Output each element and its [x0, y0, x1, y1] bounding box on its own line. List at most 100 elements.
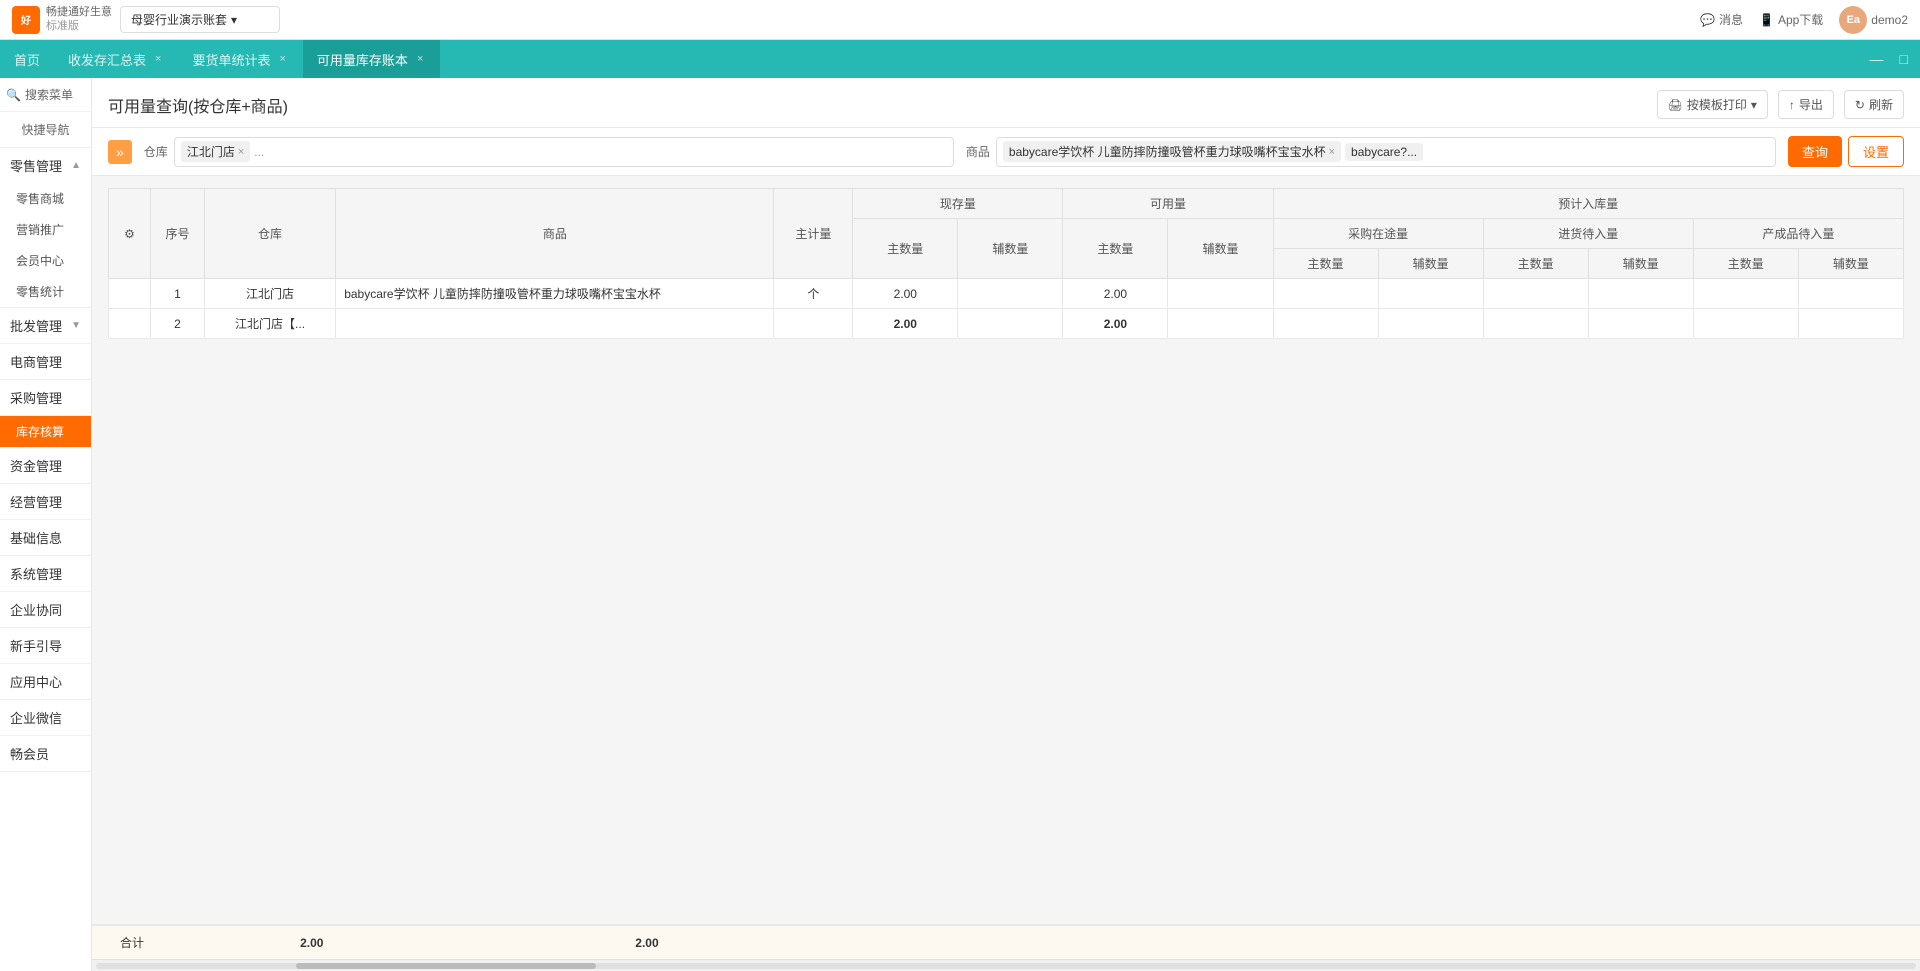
row2-current-main: 2.00	[853, 309, 958, 339]
sidebar-group-basic-info-header[interactable]: 基础信息	[0, 520, 91, 555]
tab-close-available-stock[interactable]: ×	[414, 52, 426, 66]
sidebar-group-wholesale-header[interactable]: 批发管理 ▼	[0, 308, 91, 343]
row1-settings	[109, 279, 151, 309]
tab-receipts[interactable]: 收发存汇总表 ×	[54, 40, 178, 78]
row2-unit	[774, 309, 853, 339]
filter-toggle-button[interactable]: »	[108, 140, 132, 164]
sidebar-quick-nav[interactable]: 快捷导航	[0, 112, 91, 148]
table-footer: 合计 2.00 2.00	[92, 924, 1920, 959]
top-bar: 好 畅捷通好生意 标准版 母婴行业演示账套 ▾ 💬 消息 📱 App下载 Ea …	[0, 0, 1920, 40]
chevron-up-icon: ▲	[71, 160, 81, 171]
row2-available-aux	[1168, 309, 1273, 339]
row2-available-main: 2.00	[1063, 309, 1168, 339]
sidebar: 🔍 搜索菜单 快捷导航 零售管理 ▲ 零售商城 营销推广 会员中心 零售统计	[0, 78, 92, 971]
query-button[interactable]: 查询	[1788, 136, 1842, 167]
row1-in-main	[1483, 279, 1588, 309]
product-tag-close-1[interactable]: ×	[1329, 146, 1335, 158]
sidebar-group-ecommerce-header[interactable]: 电商管理	[0, 344, 91, 379]
sidebar-item-marketing[interactable]: 营销推广	[0, 214, 91, 245]
production-main-header: 主数量	[1693, 249, 1798, 279]
warehouse-filter-input[interactable]: 江北门店 × ...	[174, 137, 954, 167]
row2-in-aux	[1588, 309, 1693, 339]
product-filter-group: 商品 babycare学饮杯 儿童防摔防撞吸管杯重力球吸嘴杯宝宝水杯 × bab…	[966, 137, 1776, 167]
sidebar-group-system-header[interactable]: 系统管理	[0, 556, 91, 591]
tab-available-stock[interactable]: 可用量库存账本 ×	[303, 40, 440, 78]
minimize-icon[interactable]: —	[1866, 47, 1888, 71]
scroll-track[interactable]	[96, 963, 1916, 969]
sidebar-group-retail-header[interactable]: 零售管理 ▲	[0, 148, 91, 183]
sidebar-item-retail-mall[interactable]: 零售商城	[0, 183, 91, 214]
current-aux-qty-header: 辅数量	[958, 219, 1063, 279]
print-template-button[interactable]: 🖨 按模板打印 ▾	[1657, 90, 1768, 119]
sidebar-group-finance: 资金管理	[0, 448, 91, 484]
num-col-header: 序号	[151, 189, 205, 279]
row2-settings	[109, 309, 151, 339]
warehouse-tag-close[interactable]: ×	[238, 146, 244, 158]
sidebar-group-operations-header[interactable]: 经营管理	[0, 484, 91, 519]
row1-current-main: 2.00	[853, 279, 958, 309]
row2-prod-main	[1693, 309, 1798, 339]
table-wrapper: ⚙ 序号 仓库 商品 主计量 现存量 可用量 预计入库量 主数量 辅数量 主数量…	[92, 176, 1920, 924]
warehouse-filter-label: 仓库	[144, 143, 168, 160]
row2-num: 2	[151, 309, 205, 339]
export-button[interactable]: ↑ 导出	[1778, 90, 1834, 119]
tab-close-receipts[interactable]: ×	[152, 52, 164, 66]
product-filter-label: 商品	[966, 143, 990, 160]
settings-button[interactable]: 设置	[1848, 136, 1904, 167]
refresh-icon: ↻	[1855, 98, 1865, 112]
filter-bar: » 仓库 江北门店 × ... 商品 babycare学饮杯 儿童防摔防撞吸管杯…	[92, 128, 1920, 176]
sidebar-item-retail-stats[interactable]: 零售统计	[0, 276, 91, 307]
org-selector[interactable]: 母婴行业演示账套 ▾	[120, 6, 280, 33]
tab-close-order-stats[interactable]: ×	[276, 52, 288, 66]
incoming-main-header: 主数量	[1483, 249, 1588, 279]
footer-available-aux	[731, 936, 899, 950]
footer-current-main: 2.00	[228, 936, 396, 950]
sidebar-item-inventory[interactable]: 库存核算	[0, 416, 91, 447]
app-download-button[interactable]: 📱 App下载	[1759, 11, 1823, 28]
sidebar-group-enterprise-header[interactable]: 企业协同	[0, 592, 91, 627]
print-icon: 🖨	[1668, 98, 1683, 112]
sidebar-group-app-center: 应用中心	[0, 664, 91, 700]
product-filter-input[interactable]: babycare学饮杯 儿童防摔防撞吸管杯重力球吸嘴杯宝宝水杯 × babyca…	[996, 137, 1776, 167]
row1-unit: 个	[774, 279, 853, 309]
table-row: 2 江北门店【... 2.00 2.00	[109, 309, 1904, 339]
row1-num: 1	[151, 279, 205, 309]
available-aux-qty-header: 辅数量	[1168, 219, 1273, 279]
refresh-button[interactable]: ↻ 刷新	[1844, 90, 1904, 119]
production-pending-header: 产成品待入量	[1693, 219, 1903, 249]
row1-product: babycare学饮杯 儿童防摔防撞吸管杯重力球吸嘴杯宝宝水杯	[336, 279, 774, 309]
sidebar-group-app-center-header[interactable]: 应用中心	[0, 664, 91, 699]
sidebar-group-operations: 经营管理	[0, 484, 91, 520]
tab-home[interactable]: 首页	[0, 40, 54, 78]
sidebar-item-members[interactable]: 会员中心	[0, 245, 91, 276]
footer-current-aux	[396, 936, 564, 950]
sidebar-group-wholesale: 批发管理 ▼	[0, 308, 91, 344]
scroll-bar-area	[92, 959, 1920, 971]
search-icon: 🔍	[6, 88, 21, 102]
sidebar-search[interactable]: 🔍 搜索菜单	[0, 78, 91, 112]
footer-values: 2.00 2.00	[228, 936, 1904, 950]
row1-current-aux	[958, 279, 1063, 309]
top-bar-right: 💬 消息 📱 App下载 Ea demo2	[1700, 6, 1908, 34]
scroll-thumb[interactable]	[296, 963, 596, 969]
row1-warehouse: 江北门店	[204, 279, 335, 309]
user-profile[interactable]: Ea demo2	[1839, 6, 1908, 34]
chevron-down-icon: ▾	[1751, 98, 1757, 112]
warehouse-more[interactable]: ...	[254, 145, 264, 159]
sidebar-group-member-plus-header[interactable]: 畅会员	[0, 736, 91, 771]
logo-text: 畅捷通好生意 标准版	[46, 6, 112, 32]
row1-in-aux	[1588, 279, 1693, 309]
sidebar-group-purchase-header[interactable]: 采购管理	[0, 380, 91, 415]
purchase-transit-aux-header: 辅数量	[1378, 249, 1483, 279]
content-area: 可用量查询(按仓库+商品) 🖨 按模板打印 ▾ ↑ 导出 ↻ 刷新 »	[92, 78, 1920, 971]
user-name: demo2	[1871, 13, 1908, 27]
template-label: 标准版	[46, 20, 112, 33]
org-name: 母婴行业演示账套	[131, 11, 227, 28]
message-button[interactable]: 💬 消息	[1700, 11, 1743, 28]
tab-order-stats[interactable]: 要货单统计表 ×	[178, 40, 302, 78]
maximize-icon[interactable]: □	[1896, 47, 1912, 71]
footer-prod-main	[1569, 936, 1737, 950]
sidebar-group-finance-header[interactable]: 资金管理	[0, 448, 91, 483]
sidebar-group-new-guide-header[interactable]: 新手引导	[0, 628, 91, 663]
sidebar-group-wechat-header[interactable]: 企业微信	[0, 700, 91, 735]
